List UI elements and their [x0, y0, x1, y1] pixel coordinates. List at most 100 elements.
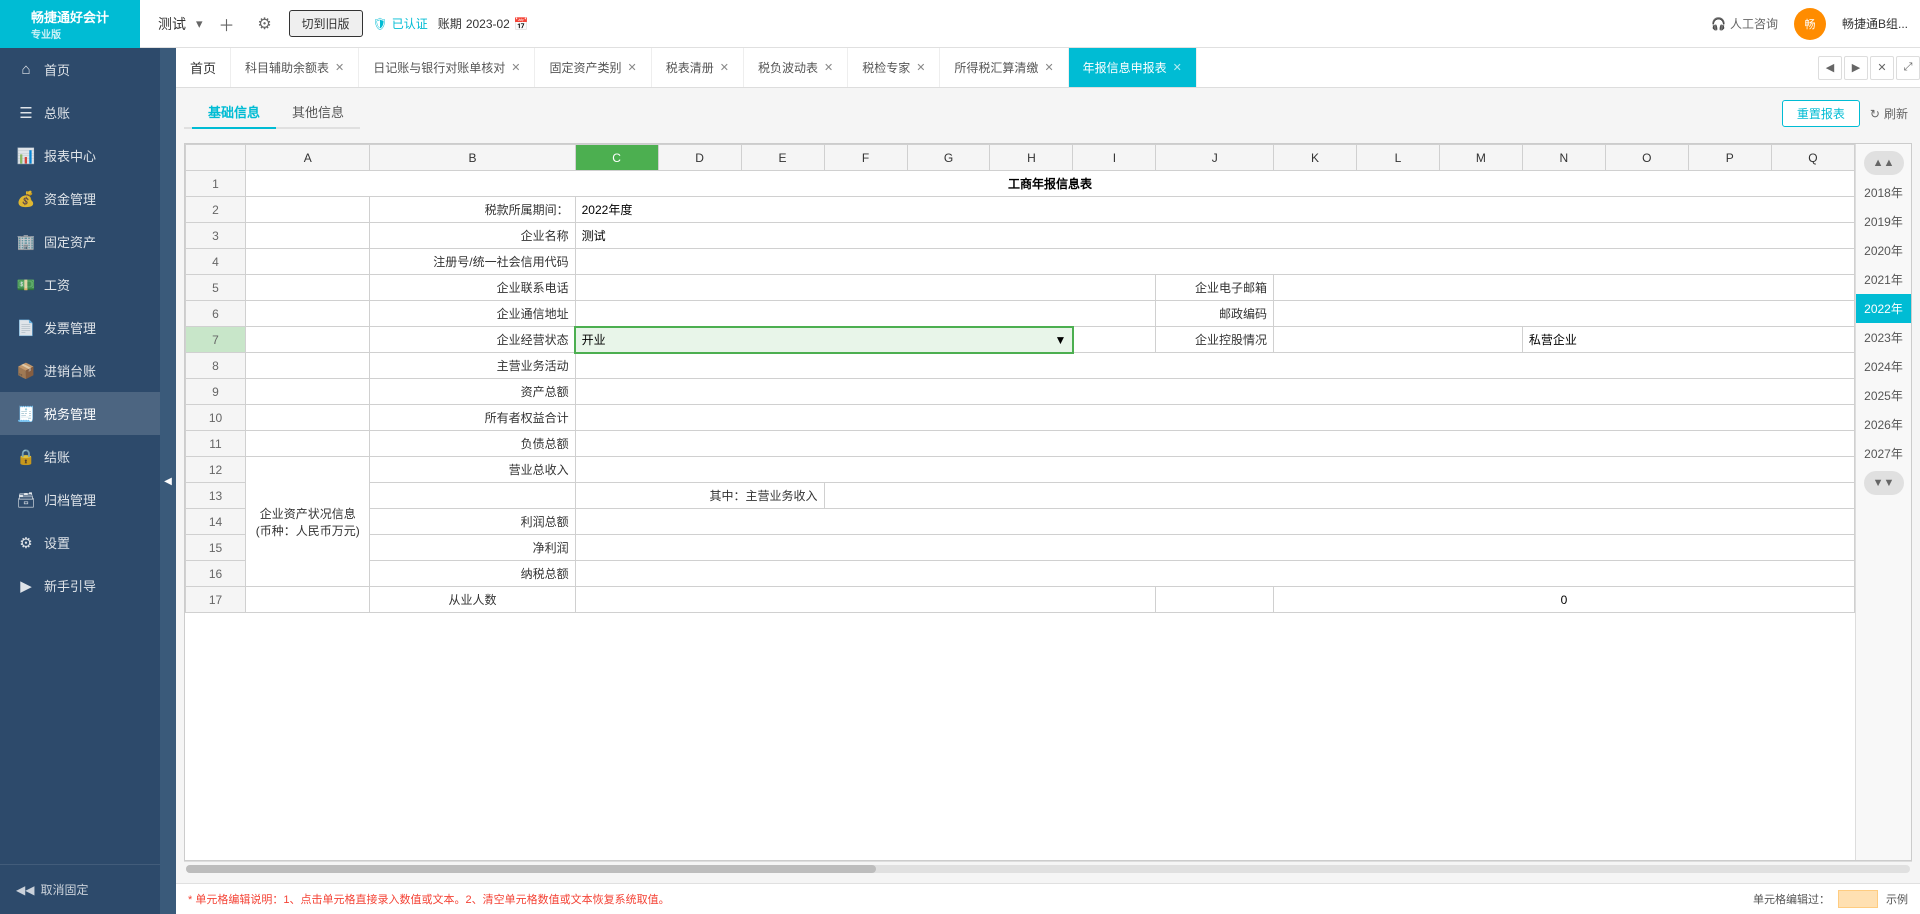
cell-6C[interactable] [575, 301, 1156, 327]
tabs-prev-button[interactable]: ◀ [1818, 56, 1842, 80]
cell-7C-dropdown[interactable]: 开业▼ [575, 327, 1073, 353]
year-item-2026年[interactable]: 2026年 [1856, 410, 1911, 439]
sidebar-item-asset[interactable]: 🏢固定资产 [0, 220, 160, 263]
sidebar-item-settings[interactable]: ⚙设置 [0, 521, 160, 564]
tab-annual[interactable]: 年报信息申报表✕ [1069, 48, 1197, 88]
sidebar-item-tax[interactable]: 🧾税务管理 [0, 392, 160, 435]
sidebar-item-home[interactable]: ⌂首页 [0, 48, 160, 91]
col-header-N[interactable]: N [1522, 145, 1605, 171]
cell-14C[interactable] [575, 509, 1854, 535]
tab-close-icon[interactable]: ✕ [1173, 61, 1182, 74]
col-header-B[interactable]: B [370, 145, 575, 171]
cell-13F[interactable] [824, 483, 1854, 509]
unpin-button[interactable]: ◀◀ 取消固定 [0, 873, 160, 906]
tab-close-icon[interactable]: ✕ [916, 61, 925, 74]
year-item-2020年[interactable]: 2020年 [1856, 236, 1911, 265]
cell-11C[interactable] [575, 431, 1854, 457]
tab-close-icon[interactable]: ✕ [720, 61, 729, 74]
cell-2C[interactable]: 2022年度 [575, 197, 1854, 223]
tab-taxinsp[interactable]: 税检专家✕ [848, 48, 940, 88]
consult-button[interactable]: 🎧 人工咨询 [1711, 15, 1778, 32]
year-item-2023年[interactable]: 2023年 [1856, 323, 1911, 352]
sidebar-item-close[interactable]: 🔒结账 [0, 435, 160, 478]
spreadsheet-main[interactable]: A B C D E F G H I J [185, 144, 1855, 860]
scroll-track[interactable] [186, 865, 1910, 873]
col-header-E[interactable]: E [741, 145, 824, 171]
year-item-2027年[interactable]: 2027年 [1856, 439, 1911, 468]
refresh-button[interactable]: ↻ 刷新 [1870, 105, 1908, 122]
col-header-K[interactable]: K [1273, 145, 1356, 171]
cell-8C[interactable] [575, 353, 1854, 379]
sidebar-item-ledger[interactable]: ☰总账 [0, 91, 160, 134]
tab-taxclear[interactable]: 税表清册✕ [652, 48, 744, 88]
tab-close-icon[interactable]: ✕ [824, 61, 833, 74]
sidebar-item-guide[interactable]: ▶新手引导 [0, 564, 160, 607]
sub-tab-other[interactable]: 其他信息 [276, 96, 360, 129]
cell-15C[interactable] [575, 535, 1854, 561]
year-item-2018年[interactable]: 2018年 [1856, 178, 1911, 207]
tab-asset[interactable]: 固定资产类别✕ [535, 48, 651, 88]
cell-10C[interactable] [575, 405, 1854, 431]
tab-close-icon[interactable]: ✕ [628, 61, 637, 74]
username-label[interactable]: 畅捷通B组... [1842, 15, 1908, 32]
cell-7N[interactable]: 私营企业 [1522, 327, 1854, 353]
year-scroll-up[interactable]: ▲▲ [1864, 151, 1904, 175]
tab-close-icon[interactable]: ✕ [511, 61, 520, 74]
sidebar-item-fund[interactable]: 💰资金管理 [0, 177, 160, 220]
old-version-button[interactable]: 切到旧版 [289, 10, 363, 37]
cell-6K[interactable] [1273, 301, 1854, 327]
sidebar-item-invoice[interactable]: 📄发票管理 [0, 306, 160, 349]
cell-17K[interactable]: 0 [1273, 587, 1854, 613]
sidebar-item-salary[interactable]: 💵工资 [0, 263, 160, 306]
year-scroll-down[interactable]: ▼▼ [1864, 471, 1904, 495]
tabs-close-button[interactable]: ✕ [1870, 56, 1894, 80]
col-header-Q[interactable]: Q [1771, 145, 1854, 171]
cell-5C[interactable] [575, 275, 1156, 301]
scroll-thumb[interactable] [186, 865, 876, 873]
col-header-H[interactable]: H [990, 145, 1073, 171]
sheet-title-cell[interactable]: 工商年报信息表 [246, 171, 1855, 197]
col-header-A[interactable]: A [246, 145, 370, 171]
year-item-2022年[interactable]: 2022年 [1856, 294, 1911, 323]
cell-12C[interactable] [575, 457, 1854, 483]
tabs-next-button[interactable]: ▶ [1844, 56, 1868, 80]
col-header-P[interactable]: P [1688, 145, 1771, 171]
year-item-2025年[interactable]: 2025年 [1856, 381, 1911, 410]
tab-taxwave[interactable]: 税负波动表✕ [744, 48, 848, 88]
user-avatar[interactable]: 畅 [1794, 8, 1826, 40]
tab-close-icon[interactable]: ✕ [1044, 61, 1053, 74]
tab-aux[interactable]: 科目辅助余额表✕ [231, 48, 359, 88]
year-item-2019年[interactable]: 2019年 [1856, 207, 1911, 236]
col-header-C[interactable]: C [575, 145, 658, 171]
tab-close-icon[interactable]: ✕ [335, 61, 344, 74]
sidebar-item-archive[interactable]: 🗃归档管理 [0, 478, 160, 521]
year-item-2024年[interactable]: 2024年 [1856, 352, 1911, 381]
sidebar-item-report[interactable]: 📊报表中心 [0, 134, 160, 177]
horizontal-scrollbar[interactable] [184, 861, 1912, 875]
calendar-icon[interactable]: 📅 [514, 17, 529, 31]
col-header-J[interactable]: J [1156, 145, 1274, 171]
year-item-2021年[interactable]: 2021年 [1856, 265, 1911, 294]
col-header-O[interactable]: O [1605, 145, 1688, 171]
sub-tab-basic[interactable]: 基础信息 [192, 96, 276, 129]
cell-3C[interactable]: 测试 [575, 223, 1854, 249]
workspace-dropdown-icon[interactable]: ▾ [196, 16, 203, 32]
cell-17C[interactable] [575, 587, 1156, 613]
reset-report-button[interactable]: 重置报表 [1782, 100, 1860, 127]
col-header-G[interactable]: G [907, 145, 990, 171]
tab-home[interactable]: 首页 [176, 48, 231, 88]
col-header-D[interactable]: D [658, 145, 741, 171]
col-header-F[interactable]: F [824, 145, 907, 171]
add-tab-button[interactable]: ＋ [213, 10, 241, 38]
tabs-expand-button[interactable]: ⤢ [1896, 56, 1920, 80]
col-header-I[interactable]: I [1073, 145, 1156, 171]
tab-income[interactable]: 所得税汇算清缴✕ [940, 48, 1068, 88]
cell-16C[interactable] [575, 561, 1854, 587]
col-header-L[interactable]: L [1356, 145, 1439, 171]
cell-4C[interactable] [575, 249, 1854, 275]
cell-9C[interactable] [575, 379, 1854, 405]
sidebar-item-stock[interactable]: 📦进销台账 [0, 349, 160, 392]
settings-icon[interactable]: ⚙ [251, 10, 279, 38]
cell-5K[interactable] [1273, 275, 1854, 301]
sidebar-toggle[interactable]: ◀ [160, 48, 176, 914]
